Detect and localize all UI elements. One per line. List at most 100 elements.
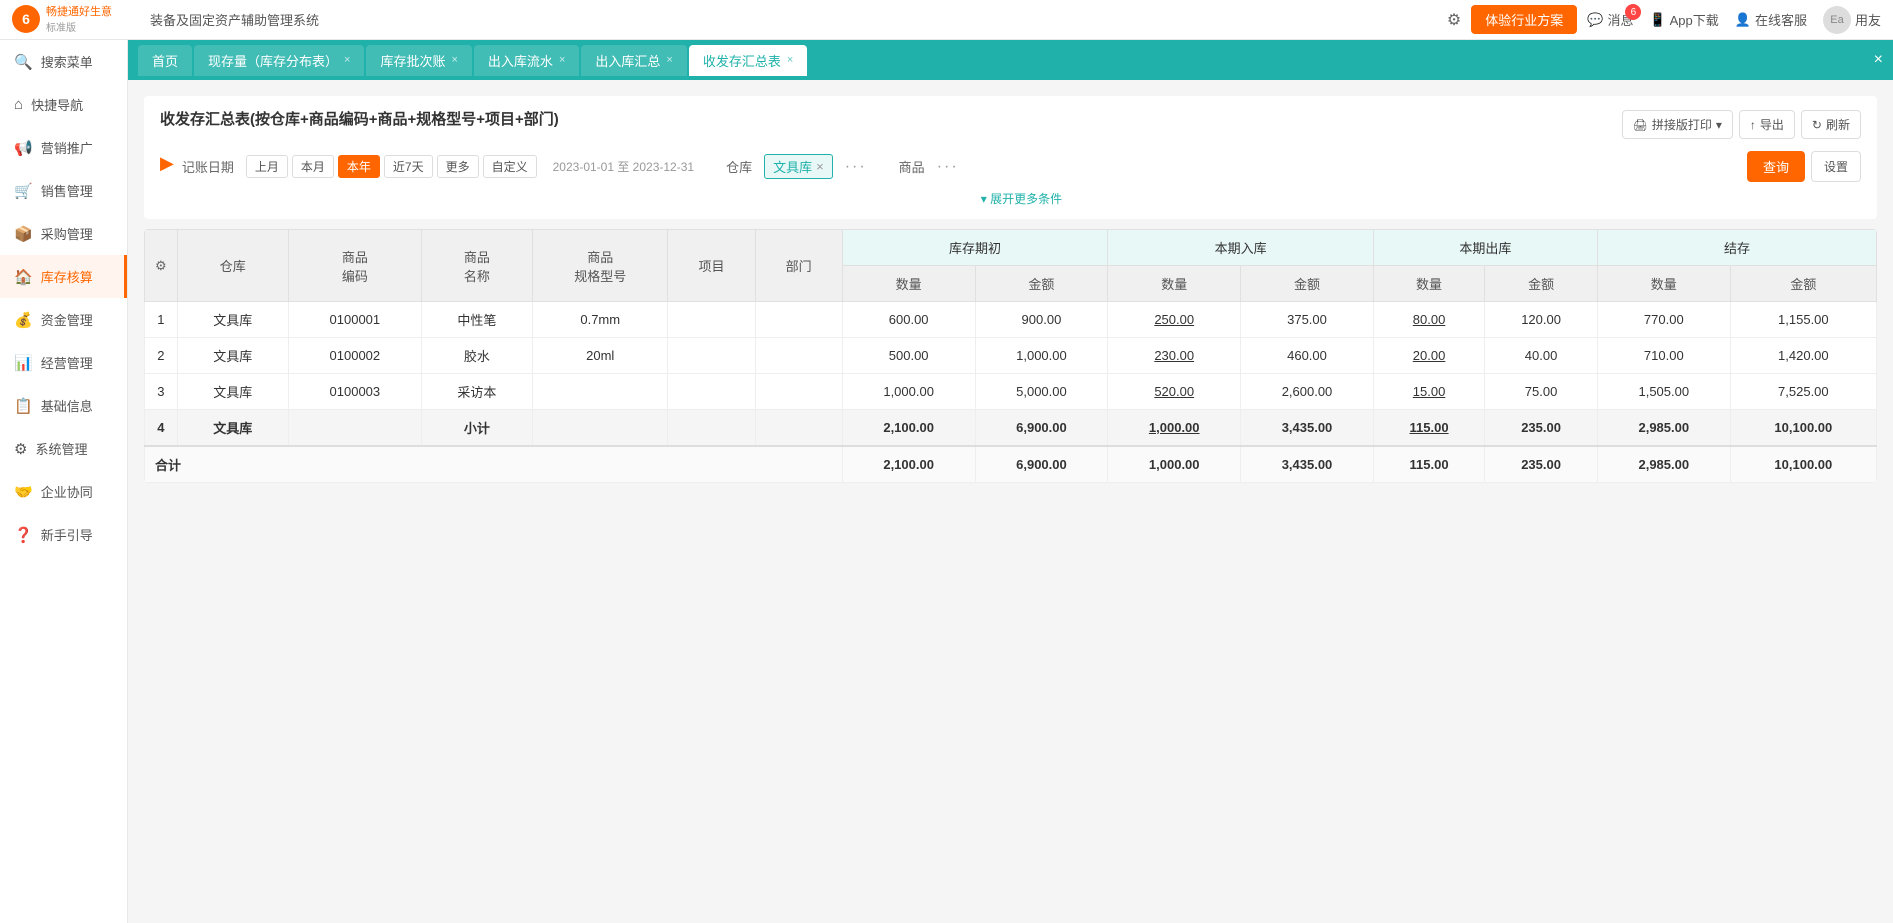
tab-inout-flow[interactable]: 出入库流水 × <box>474 45 579 76</box>
expand-conditions-button[interactable]: ▾ 展开更多条件 <box>981 190 1062 207</box>
tab-batch[interactable]: 库存批次账 × <box>366 45 471 76</box>
col-in-qty: 数量 <box>1108 266 1241 302</box>
row-open-amt: 900.00 <box>975 302 1108 338</box>
tab-inout-flow-close[interactable]: × <box>559 54 565 66</box>
home-icon: ⌂ <box>14 96 23 113</box>
user-avatar: Ea <box>1823 6 1851 34</box>
user-menu-button[interactable]: Ea 用友 <box>1823 6 1881 34</box>
sidebar-item-guide[interactable]: ❓ 新手引导 <box>0 513 127 556</box>
row-dept <box>755 302 842 338</box>
row-in-qty[interactable]: 250.00 <box>1108 302 1241 338</box>
date-btn-more[interactable]: 更多 <box>437 155 479 178</box>
row-code: 0100001 <box>288 302 421 338</box>
tab-inout-summary[interactable]: 出入库汇总 × <box>581 45 686 76</box>
row-code: 0100003 <box>288 374 421 410</box>
sidebar-item-inventory[interactable]: 🏠 库存核算 <box>0 255 127 298</box>
row-in-qty[interactable]: 230.00 <box>1108 338 1241 374</box>
sidebar-item-marketing[interactable]: 📢 营销推广 <box>0 126 127 169</box>
sidebar-item-finance[interactable]: 💰 资金管理 <box>0 298 127 341</box>
sidebar-item-operation[interactable]: 📊 经营管理 <box>0 341 127 384</box>
industry-button[interactable]: 体验行业方案 <box>1471 5 1577 34</box>
filter-expand-icon[interactable]: ▶ <box>160 153 174 174</box>
service-icon: 👤 <box>1735 12 1751 28</box>
sidebar-item-sales[interactable]: 🛒 销售管理 <box>0 169 127 212</box>
refresh-button[interactable]: ↻ 刷新 <box>1801 110 1861 139</box>
date-btn-7days[interactable]: 近7天 <box>384 155 433 178</box>
footer-out-amt: 235.00 <box>1485 446 1598 483</box>
col-spec: 商品规格型号 <box>533 230 668 302</box>
purchase-icon: 📦 <box>14 225 33 243</box>
tab-bar-close-btn[interactable]: × <box>1874 51 1883 69</box>
row-open-qty: 600.00 <box>842 302 975 338</box>
row-open-qty: 2,100.00 <box>842 410 975 447</box>
row-bal-qty: 1,505.00 <box>1597 374 1730 410</box>
page-title: 收发存汇总表(按仓库+商品编码+商品+规格型号+项目+部门) <box>160 108 559 129</box>
tab-batch-close[interactable]: × <box>451 54 457 66</box>
sidebar-item-search[interactable]: 🔍 搜索菜单 <box>0 40 127 83</box>
message-badge: 6 <box>1625 4 1641 20</box>
goods-more-btn[interactable]: ··· <box>937 158 959 176</box>
row-out-qty[interactable]: 20.00 <box>1373 338 1484 374</box>
export-button[interactable]: ↑ 导出 <box>1739 110 1795 139</box>
print-button[interactable]: 🖨 拼接版打印 ▾ <box>1622 110 1733 139</box>
row-open-amt: 1,000.00 <box>975 338 1108 374</box>
refresh-icon: ↻ <box>1812 118 1822 132</box>
row-dept <box>755 374 842 410</box>
table-settings-col[interactable]: ⚙ <box>145 230 178 302</box>
online-service-button[interactable]: 👤 在线客服 <box>1735 10 1807 29</box>
warehouse-tag: 文具库 × <box>764 154 833 179</box>
sidebar-item-corp[interactable]: 🤝 企业协同 <box>0 470 127 513</box>
filter-area: ▶ 记账日期 上月 本月 本年 近7天 更多 自定义 <box>160 151 1861 207</box>
date-btn-last-month[interactable]: 上月 <box>246 155 288 178</box>
tab-home[interactable]: 首页 <box>138 45 192 76</box>
sidebar-item-purchase[interactable]: 📦 采购管理 <box>0 212 127 255</box>
gear-button[interactable]: ⚙ <box>1447 10 1461 30</box>
row-project <box>668 374 755 410</box>
row-in-qty[interactable]: 520.00 <box>1108 374 1241 410</box>
row-out-qty[interactable]: 15.00 <box>1373 374 1484 410</box>
row-in-amt: 3,435.00 <box>1241 410 1374 447</box>
tab-recv-send-close[interactable]: × <box>787 54 793 66</box>
row-out-qty[interactable]: 80.00 <box>1373 302 1484 338</box>
tab-inout-summary-close[interactable]: × <box>666 54 672 66</box>
tab-recv-send[interactable]: 收发存汇总表 × <box>689 45 807 76</box>
date-btn-this-year[interactable]: 本年 <box>338 155 380 178</box>
date-btn-custom[interactable]: 自定义 <box>483 155 537 178</box>
filter-row: 记账日期 上月 本月 本年 近7天 更多 自定义 2023-01-01 至 20… <box>182 151 1861 182</box>
message-button[interactable]: 💬 消息 6 <box>1587 10 1633 29</box>
expand-row: ▾ 展开更多条件 <box>182 190 1861 207</box>
tab-stock-dist-close[interactable]: × <box>344 54 350 66</box>
top-right-area: 💬 消息 6 📱 App下载 👤 在线客服 Ea 用友 <box>1587 6 1881 34</box>
search-icon: 🔍 <box>14 53 33 71</box>
row-in-qty[interactable]: 1,000.00 <box>1108 410 1241 447</box>
warehouse-more-btn[interactable]: ··· <box>845 158 867 176</box>
sidebar-item-quick[interactable]: ⌂ 快捷导航 <box>0 83 127 126</box>
expand-arrow-icon: ▾ <box>981 192 987 206</box>
tab-recv-send-label: 收发存汇总表 <box>703 51 781 70</box>
sidebar-item-basic[interactable]: 📋 基础信息 <box>0 384 127 427</box>
tab-inout-summary-label: 出入库汇总 <box>595 51 660 70</box>
row-spec <box>533 374 668 410</box>
row-bal-qty: 2,985.00 <box>1597 410 1730 447</box>
row-no: 2 <box>145 338 178 374</box>
sidebar-item-system[interactable]: ⚙ 系统管理 <box>0 427 127 470</box>
basic-icon: 📋 <box>14 397 33 415</box>
row-warehouse: 文具库 <box>177 338 288 374</box>
col-bal-amt: 金额 <box>1730 266 1876 302</box>
goods-label: 商品 <box>899 157 925 176</box>
warehouse-tag-close[interactable]: × <box>816 159 824 174</box>
date-btn-this-month[interactable]: 本月 <box>292 155 334 178</box>
col-out-amt: 金额 <box>1485 266 1598 302</box>
chevron-down-icon: ▾ <box>1716 118 1722 132</box>
settings-button[interactable]: 设置 <box>1811 151 1861 182</box>
tab-stock-dist[interactable]: 现存量（库存分布表） × <box>194 45 364 76</box>
row-out-qty[interactable]: 115.00 <box>1373 410 1484 447</box>
top-bar: 6 畅捷通好生意 标准版 装备及固定资产辅助管理系统 ⚙ 体验行业方案 💬 消息… <box>0 0 1893 40</box>
app-download-button[interactable]: 📱 App下载 <box>1649 10 1718 29</box>
logo-icon: 6 <box>12 5 40 33</box>
row-code <box>288 410 421 447</box>
system-icon: ⚙ <box>14 440 27 458</box>
row-project <box>668 338 755 374</box>
query-button[interactable]: 查询 <box>1747 151 1805 182</box>
col-in-amt: 金额 <box>1241 266 1374 302</box>
